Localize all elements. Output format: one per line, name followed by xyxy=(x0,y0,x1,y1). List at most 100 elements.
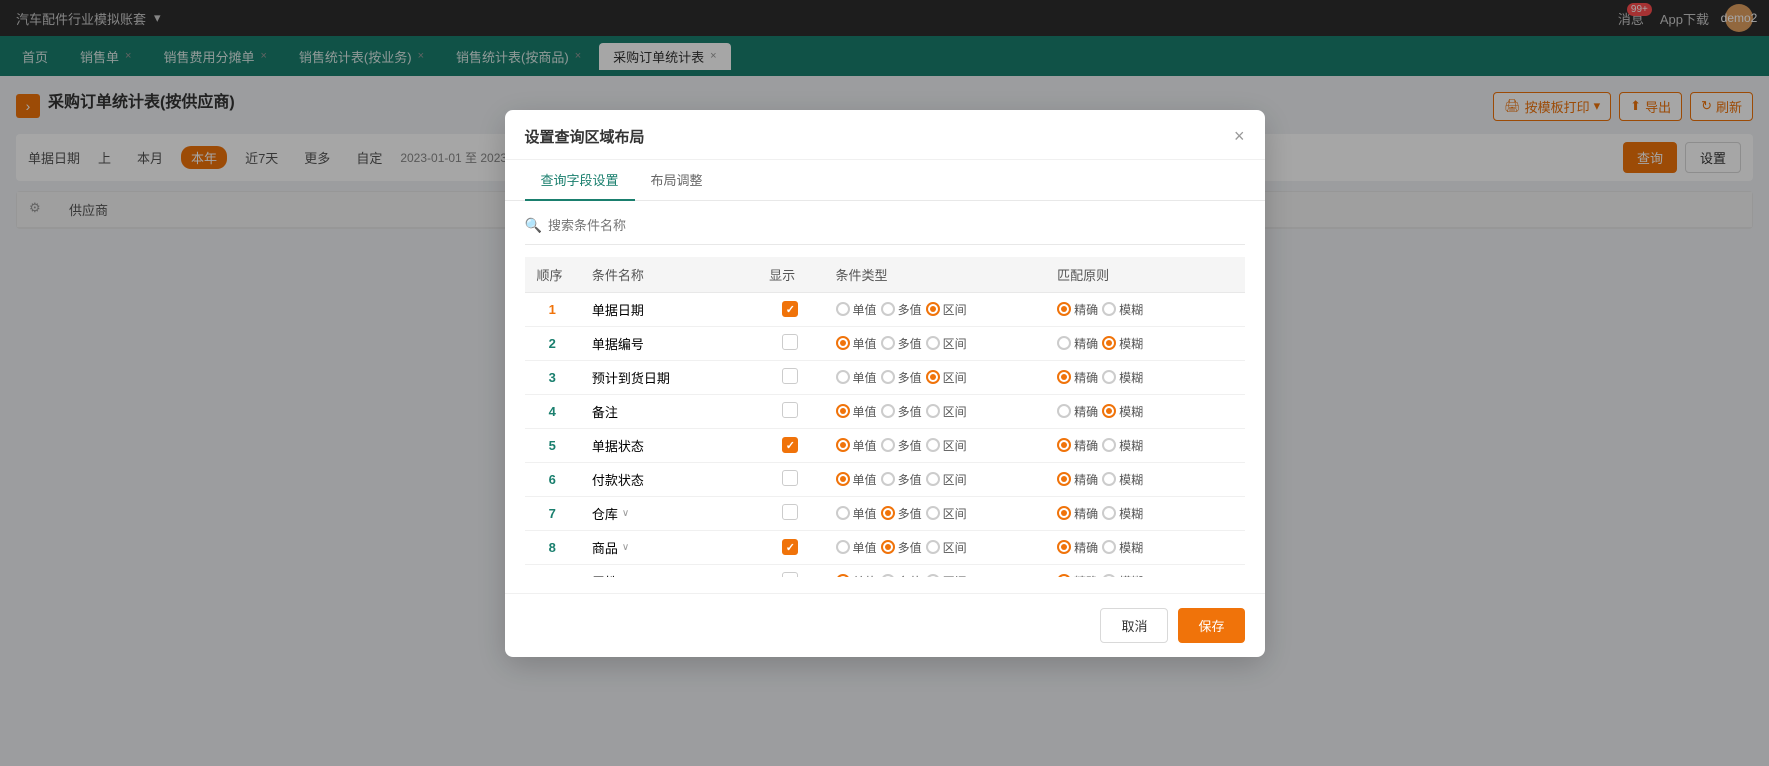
radio-label-text: 区间 xyxy=(943,573,967,577)
type-option-区间[interactable]: 区间 xyxy=(926,471,967,488)
radio-label-text: 单值 xyxy=(853,335,877,352)
show-checkbox[interactable] xyxy=(782,301,798,317)
type-option-多值[interactable]: 多值 xyxy=(881,437,922,454)
show-checkbox[interactable] xyxy=(782,437,798,453)
modal-title: 设置查询区域布局 xyxy=(525,126,645,147)
type-option-单值[interactable]: 单值 xyxy=(836,573,877,577)
match-option-精确[interactable]: 精确 xyxy=(1057,471,1098,488)
cancel-button[interactable]: 取消 xyxy=(1100,608,1168,643)
modal-close-button[interactable]: × xyxy=(1234,126,1245,147)
header-name: 条件名称 xyxy=(580,257,757,293)
tab-query-fields[interactable]: 查询字段设置 xyxy=(525,160,635,201)
type-option-区间[interactable]: 区间 xyxy=(926,301,967,318)
match-option-精确[interactable]: 精确 xyxy=(1057,437,1098,454)
type-option-区间[interactable]: 区间 xyxy=(926,403,967,420)
cell-show[interactable] xyxy=(757,360,823,394)
type-option-多值[interactable]: 多值 xyxy=(881,403,922,420)
tab-layout-adjust[interactable]: 布局调整 xyxy=(635,160,719,201)
match-radio-group: 精确模糊 xyxy=(1057,539,1232,556)
dropdown-arrow-icon[interactable]: ∨ xyxy=(622,542,629,553)
radio-label-text: 精确 xyxy=(1074,369,1098,386)
radio-indicator xyxy=(1057,404,1071,418)
type-radio-group: 单值多值区间 xyxy=(836,539,1034,556)
radio-indicator xyxy=(881,336,895,350)
cell-show[interactable] xyxy=(757,292,823,326)
cell-name: 备注 xyxy=(580,394,757,428)
match-option-模糊[interactable]: 模糊 xyxy=(1102,301,1143,318)
type-option-单值[interactable]: 单值 xyxy=(836,539,877,556)
radio-indicator xyxy=(1102,336,1116,350)
cell-show[interactable] xyxy=(757,530,823,564)
radio-label-text: 多值 xyxy=(898,403,922,420)
match-option-模糊[interactable]: 模糊 xyxy=(1102,471,1143,488)
match-option-模糊[interactable]: 模糊 xyxy=(1102,505,1143,522)
order-number: 1 xyxy=(549,302,556,317)
dropdown-arrow-icon[interactable]: ∨ xyxy=(622,508,629,519)
match-option-模糊[interactable]: 模糊 xyxy=(1102,437,1143,454)
radio-indicator xyxy=(1057,540,1071,554)
type-option-单值[interactable]: 单值 xyxy=(836,301,877,318)
radio-indicator xyxy=(1057,336,1071,350)
match-option-精确[interactable]: 精确 xyxy=(1057,505,1098,522)
type-option-单值[interactable]: 单值 xyxy=(836,369,877,386)
radio-indicator xyxy=(926,472,940,486)
type-option-多值[interactable]: 多值 xyxy=(881,505,922,522)
match-option-精确[interactable]: 精确 xyxy=(1057,301,1098,318)
show-checkbox[interactable] xyxy=(782,470,798,486)
show-checkbox[interactable] xyxy=(782,402,798,418)
type-radio-group: 单值多值区间 xyxy=(836,335,1034,352)
type-option-多值[interactable]: 多值 xyxy=(881,301,922,318)
type-option-单值[interactable]: 单值 xyxy=(836,505,877,522)
cell-show[interactable] xyxy=(757,326,823,360)
field-search-input[interactable] xyxy=(548,218,1245,233)
save-button[interactable]: 保存 xyxy=(1178,608,1244,643)
type-option-单值[interactable]: 单值 xyxy=(836,471,877,488)
show-checkbox[interactable] xyxy=(782,539,798,555)
cell-show[interactable] xyxy=(757,428,823,462)
type-option-多值[interactable]: 多值 xyxy=(881,573,922,577)
match-option-精确[interactable]: 精确 xyxy=(1057,403,1098,420)
cell-name: 预计到货日期 xyxy=(580,360,757,394)
type-option-多值[interactable]: 多值 xyxy=(881,471,922,488)
type-option-多值[interactable]: 多值 xyxy=(881,539,922,556)
show-checkbox[interactable] xyxy=(782,572,798,577)
match-option-精确[interactable]: 精确 xyxy=(1057,573,1098,577)
cell-show[interactable] xyxy=(757,564,823,577)
match-option-精确[interactable]: 精确 xyxy=(1057,369,1098,386)
type-option-多值[interactable]: 多值 xyxy=(881,369,922,386)
radio-label-text: 精确 xyxy=(1074,335,1098,352)
table-row: 8商品∨单值多值区间精确模糊 xyxy=(525,530,1245,564)
cell-show[interactable] xyxy=(757,496,823,530)
show-checkbox[interactable] xyxy=(782,334,798,350)
radio-indicator xyxy=(836,404,850,418)
radio-label-text: 多值 xyxy=(898,301,922,318)
show-checkbox[interactable] xyxy=(782,504,798,520)
match-option-精确[interactable]: 精确 xyxy=(1057,335,1098,352)
type-option-区间[interactable]: 区间 xyxy=(926,437,967,454)
type-option-区间[interactable]: 区间 xyxy=(926,505,967,522)
show-checkbox[interactable] xyxy=(782,368,798,384)
type-option-多值[interactable]: 多值 xyxy=(881,335,922,352)
radio-label-text: 模糊 xyxy=(1119,335,1143,352)
match-option-模糊[interactable]: 模糊 xyxy=(1102,403,1143,420)
type-option-单值[interactable]: 单值 xyxy=(836,437,877,454)
type-option-单值[interactable]: 单值 xyxy=(836,335,877,352)
type-radio-group: 单值多值区间 xyxy=(836,505,1034,522)
type-radio-group: 单值多值 区间 xyxy=(836,573,1034,577)
match-option-模糊[interactable]: 模糊 xyxy=(1102,539,1143,556)
match-option-模糊[interactable]: 模糊 xyxy=(1102,335,1143,352)
dropdown-arrow-icon[interactable]: ∨ xyxy=(622,576,629,577)
cell-match: 精确模糊 xyxy=(1045,428,1244,462)
cell-show[interactable] xyxy=(757,462,823,496)
cell-show[interactable] xyxy=(757,394,823,428)
radio-indicator xyxy=(1102,574,1116,577)
match-option-精确[interactable]: 精确 xyxy=(1057,539,1098,556)
table-row: 6付款状态单值多值区间精确模糊 xyxy=(525,462,1245,496)
match-option-模糊[interactable]: 模糊 xyxy=(1102,573,1143,577)
type-option-区间[interactable]: 区间 xyxy=(926,369,967,386)
type-option-单值[interactable]: 单值 xyxy=(836,403,877,420)
type-option-区间[interactable]: 区间 xyxy=(926,539,967,556)
match-option-模糊[interactable]: 模糊 xyxy=(1102,369,1143,386)
type-option-区间[interactable]: 区间 xyxy=(926,573,967,577)
type-option-区间[interactable]: 区间 xyxy=(926,335,967,352)
